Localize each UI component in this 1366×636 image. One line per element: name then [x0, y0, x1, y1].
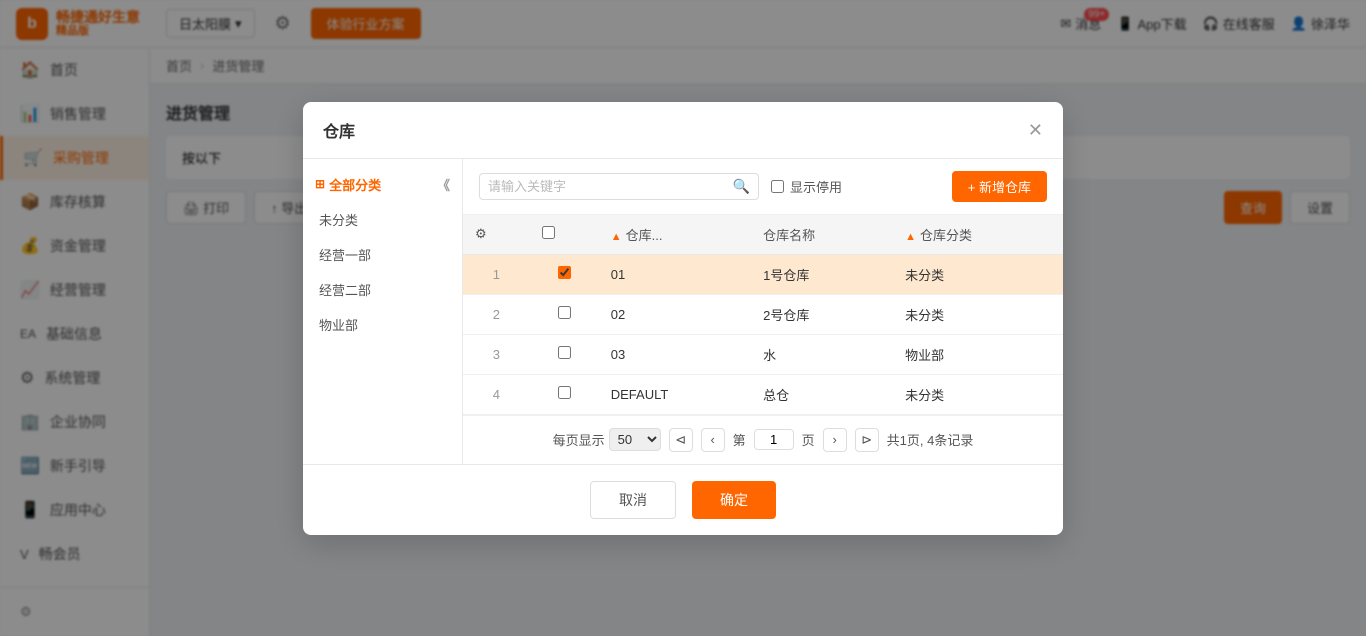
row-name: 总仓 — [751, 374, 893, 414]
row-name: 水 — [751, 334, 893, 374]
cancel-button[interactable]: 取消 — [590, 481, 676, 519]
warehouse-table: ⚙ ▲仓库... 仓库名称 ▲仓库分类 1 01 — [463, 215, 1063, 415]
all-categories-label: 全部分类 — [329, 175, 381, 194]
collapse-sidebar-button[interactable]: 《 — [437, 175, 450, 194]
category-item-dept2[interactable]: 经营二部 — [303, 272, 462, 307]
table-row[interactable]: 3 03 水 物业部 — [463, 334, 1063, 374]
row-checkbox[interactable] — [558, 306, 571, 319]
row-category: 未分类 — [893, 374, 1063, 414]
row-category: 物业部 — [893, 334, 1063, 374]
row-num: 2 — [463, 294, 530, 334]
row-code: 02 — [599, 294, 751, 334]
search-box: 🔍 — [479, 173, 759, 200]
page-size-selector: 每页显示 50 10 20 100 — [553, 428, 661, 451]
next-page-button[interactable]: › — [823, 428, 847, 452]
row-num: 1 — [463, 254, 530, 294]
first-page-button[interactable]: ⊲ — [669, 428, 693, 452]
table-row[interactable]: 4 DEFAULT 总仓 未分类 — [463, 374, 1063, 414]
row-checkbox[interactable] — [558, 266, 571, 279]
modal-toolbar: 🔍 显示停用 + 新增仓库 — [463, 159, 1063, 215]
category-item-property[interactable]: 物业部 — [303, 307, 462, 342]
row-checkbox-cell[interactable] — [530, 374, 599, 414]
row-name: 2号仓库 — [751, 294, 893, 334]
confirm-button[interactable]: 确定 — [692, 481, 776, 519]
per-page-select[interactable]: 50 10 20 100 — [609, 428, 661, 451]
row-checkbox-cell[interactable] — [530, 334, 599, 374]
search-input[interactable] — [488, 179, 727, 194]
modal-body: ⊞ 全部分类 《 未分类 经营一部 经营二部 物业部 🔍 — [303, 159, 1063, 464]
modal-category-sidebar: ⊞ 全部分类 《 未分类 经营一部 经营二部 物业部 — [303, 159, 463, 464]
row-name: 1号仓库 — [751, 254, 893, 294]
search-icon[interactable]: 🔍 — [733, 178, 750, 195]
grid-icon: ⊞ — [315, 177, 325, 191]
modal-close-button[interactable]: ✕ — [1028, 121, 1043, 139]
col-header-name[interactable]: 仓库名称 — [751, 215, 893, 255]
row-category: 未分类 — [893, 294, 1063, 334]
col-header-checkbox[interactable] — [530, 215, 599, 255]
row-code: DEFAULT — [599, 374, 751, 414]
row-category: 未分类 — [893, 254, 1063, 294]
category-item-uncategorized[interactable]: 未分类 — [303, 202, 462, 237]
pagination: 每页显示 50 10 20 100 ⊲ ‹ 第 页 › ⊳ — [463, 415, 1063, 464]
table-header-row: ⚙ ▲仓库... 仓库名称 ▲仓库分类 — [463, 215, 1063, 255]
table-row[interactable]: 2 02 2号仓库 未分类 — [463, 294, 1063, 334]
table-row[interactable]: 1 01 1号仓库 未分类 — [463, 254, 1063, 294]
show-disabled-checkbox[interactable] — [771, 180, 784, 193]
row-checkbox[interactable] — [558, 346, 571, 359]
col-header-category[interactable]: ▲仓库分类 — [893, 215, 1063, 255]
warehouse-modal: 仓库 ✕ ⊞ 全部分类 《 未分类 经营一部 经营二部 物业部 — [303, 102, 1063, 535]
row-checkbox[interactable] — [558, 386, 571, 399]
modal-header: 仓库 ✕ — [303, 102, 1063, 159]
show-disabled-wrapper: 显示停用 — [771, 177, 842, 196]
col-header-settings[interactable]: ⚙ — [463, 215, 530, 255]
row-num: 3 — [463, 334, 530, 374]
col-header-code[interactable]: ▲仓库... — [599, 215, 751, 255]
modal-all-categories[interactable]: ⊞ 全部分类 《 — [303, 167, 462, 202]
page-label: 页 — [802, 430, 815, 449]
add-warehouse-button[interactable]: + 新增仓库 — [952, 171, 1047, 202]
modal-overlay: 仓库 ✕ ⊞ 全部分类 《 未分类 经营一部 经营二部 物业部 — [0, 0, 1366, 636]
modal-right-content: 🔍 显示停用 + 新增仓库 ⚙ — [463, 159, 1063, 464]
last-page-button[interactable]: ⊳ — [855, 428, 879, 452]
row-checkbox-cell[interactable] — [530, 294, 599, 334]
modal-table-wrapper: ⚙ ▲仓库... 仓库名称 ▲仓库分类 1 01 — [463, 215, 1063, 415]
per-page-label: 每页显示 — [553, 430, 605, 449]
row-num: 4 — [463, 374, 530, 414]
modal-footer: 取消 确定 — [303, 464, 1063, 535]
total-info: 共1页, 4条记录 — [887, 430, 974, 449]
show-disabled-label: 显示停用 — [790, 177, 842, 196]
row-checkbox-cell[interactable] — [530, 254, 599, 294]
category-item-dept1[interactable]: 经营一部 — [303, 237, 462, 272]
row-code: 01 — [599, 254, 751, 294]
page-input[interactable] — [754, 429, 794, 450]
jump-label: 第 — [733, 430, 746, 449]
select-all-checkbox[interactable] — [542, 226, 555, 239]
row-code: 03 — [599, 334, 751, 374]
modal-title: 仓库 — [323, 118, 355, 142]
prev-page-button[interactable]: ‹ — [701, 428, 725, 452]
